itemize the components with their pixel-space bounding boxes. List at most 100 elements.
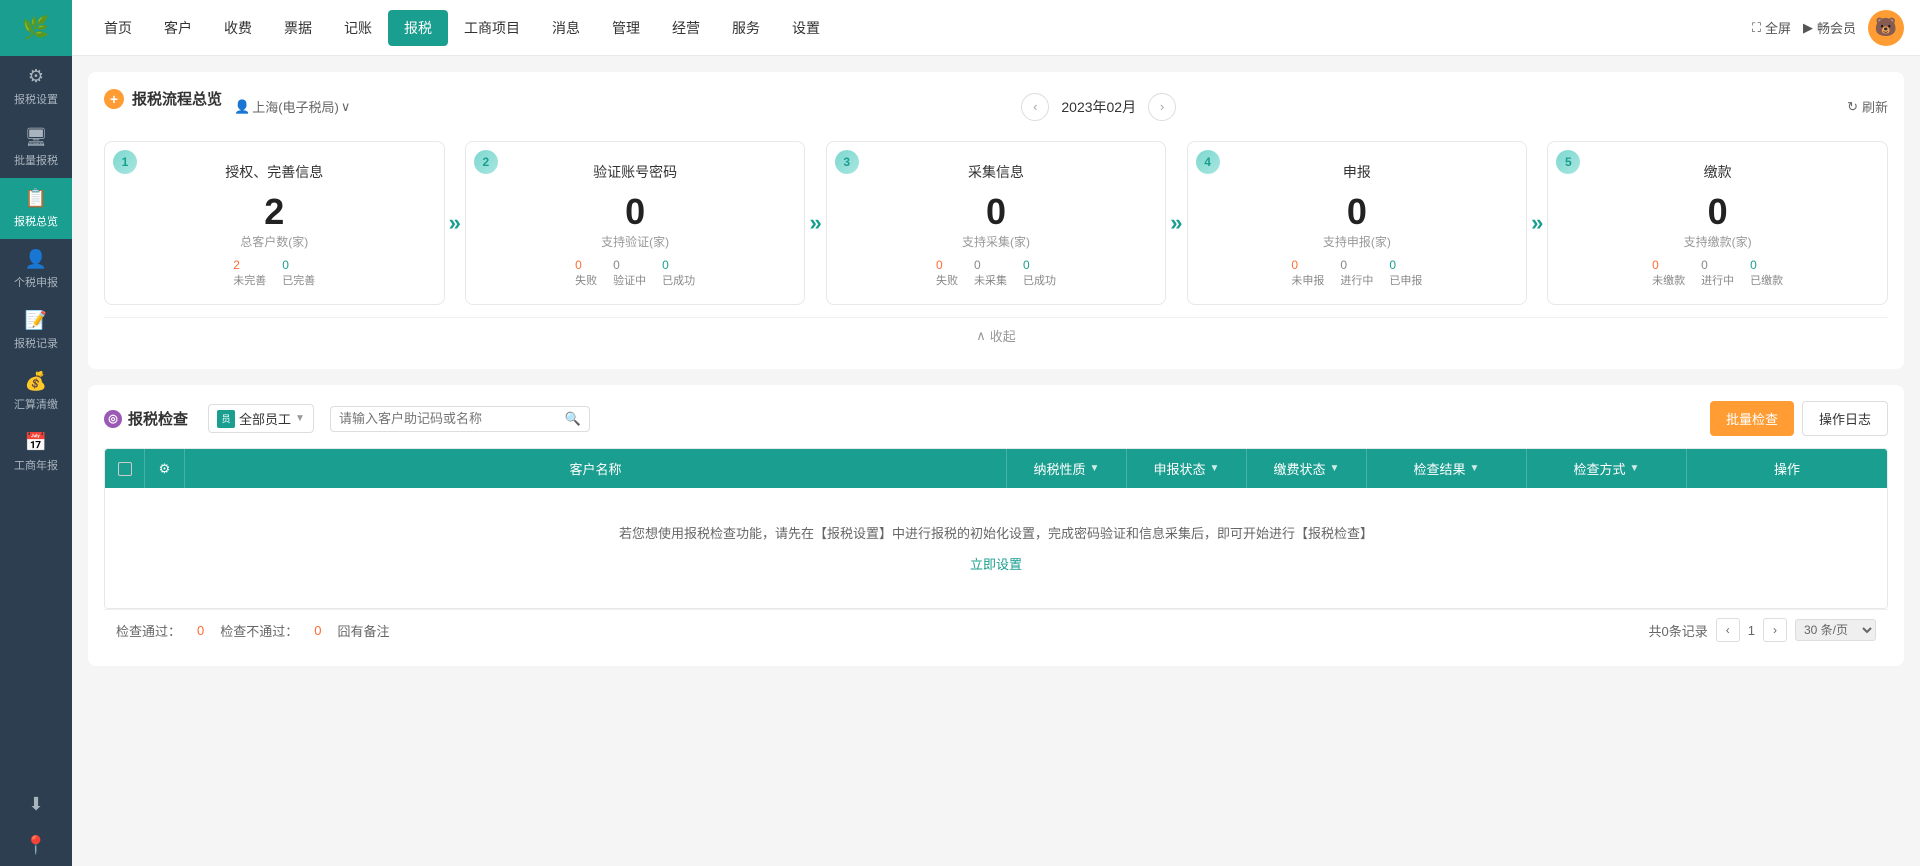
flow-step-5: 5 缴款 0 支持缴款(家) 0 未缴款 0 进行中 (1547, 141, 1888, 305)
flow-overview-card: + 报税流程总览 👤 上海(电子税局) ∨ ‹ 2023年02月 › ↻ 刷新 (88, 72, 1904, 369)
filter-icon-tax-type[interactable]: ▼ (1090, 463, 1100, 474)
filter-icon-result[interactable]: ▼ (1470, 463, 1480, 474)
sidebar-item-annual-report[interactable]: 📅 工商年报 (0, 422, 72, 483)
instant-setup-link[interactable]: 立即设置 (970, 554, 1022, 573)
refresh-icon: ↻ (1847, 99, 1858, 115)
nav-operations[interactable]: 经营 (656, 0, 716, 56)
filter-icon-method[interactable]: ▼ (1630, 463, 1640, 474)
pass-label: 检查通过： (116, 621, 181, 640)
step-stats-2: 0 失败 0 验证中 0 已成功 (482, 258, 789, 288)
nav-home[interactable]: 首页 (88, 0, 148, 56)
fail-count[interactable]: 0 (314, 623, 321, 638)
batch-check-btn[interactable]: 批量检查 (1710, 401, 1794, 436)
nav-settings[interactable]: 设置 (776, 0, 836, 56)
step-count-1: 2 (121, 190, 428, 233)
page-size-select[interactable]: 30 条/页 50 条/页 100 条/页 (1795, 619, 1876, 641)
step-num-3: 3 (835, 150, 859, 174)
annual-report-icon: 📅 (25, 432, 47, 453)
search-input[interactable] (339, 411, 565, 426)
stat-pending-4: 0 进行中 (1340, 258, 1373, 288)
filter-icon-declare[interactable]: ▼ (1210, 463, 1220, 474)
sidebar-item-location[interactable]: 📍 (21, 825, 51, 866)
refresh-btn[interactable]: ↻ 刷新 (1847, 97, 1888, 116)
check-header: ◎ 报税检查 员 全部员工 ▼ 🔍 批量检查 操作日志 (104, 401, 1888, 436)
header-checkbox[interactable] (118, 462, 132, 476)
annual-settlement-icon: 💰 (25, 371, 47, 392)
gear-icon[interactable]: ⚙ (159, 461, 171, 477)
arrow-2-3: » (805, 141, 825, 305)
pass-count[interactable]: 0 (197, 623, 204, 638)
user-avatar[interactable]: 🐻 (1868, 10, 1904, 46)
th-declare-status: 申报状态 ▼ (1127, 449, 1247, 488)
sidebar-item-annual-settlement[interactable]: 💰 汇算清缴 (0, 361, 72, 422)
stat-pending-3: 0 未采集 (974, 258, 1007, 288)
sidebar-item-download[interactable]: ⬇ (21, 784, 51, 825)
stat-fail-5: 0 未缴款 (1652, 258, 1685, 288)
step-stats-1: 2 未完善 0 已完善 (121, 258, 428, 288)
download-icon: ⬇ (28, 794, 43, 815)
stat-fail-1: 2 未完善 (233, 258, 266, 288)
sidebar-item-personal-tax[interactable]: 👤 个税申报 (0, 239, 72, 300)
collapse-btn[interactable]: ∧ 收起 (104, 317, 1888, 353)
sidebar-item-label: 报税设置 (14, 91, 58, 107)
nav-management[interactable]: 管理 (596, 0, 656, 56)
table-header: ⚙ 客户名称 纳税性质 ▼ 申报状态 ▼ 缴费状态 ▼ (105, 449, 1887, 488)
sidebar-item-batch-tax[interactable]: 🖥 批量报税 (0, 117, 72, 178)
sidebar-item-tax-overview[interactable]: 📋 报税总览 (0, 178, 72, 239)
tax-overview-icon: 📋 (25, 188, 47, 209)
sidebar-item-label: 个税申报 (14, 274, 58, 290)
step-count-2: 0 (482, 190, 789, 233)
next-month-btn[interactable]: › (1148, 93, 1176, 121)
nav-bills[interactable]: 票据 (268, 0, 328, 56)
nav-tax[interactable]: 报税 (388, 10, 448, 46)
total-count: 共0条记录 (1649, 621, 1708, 640)
filter-icon-pay[interactable]: ▼ (1330, 463, 1340, 474)
employee-select[interactable]: 员 全部员工 ▼ (208, 404, 314, 433)
table-footer: 检查通过： 0 检查不通过： 0 囧有备注 共0条记录 ‹ 1 › 30 条/页… (104, 609, 1888, 650)
topbar-right: ⛶ 全屏 ▶ 畅会员 🐻 (1752, 10, 1904, 46)
search-box: 🔍 (330, 406, 590, 432)
nav-services[interactable]: 服务 (716, 0, 776, 56)
nav-accounting[interactable]: 记账 (328, 0, 388, 56)
location-tag[interactable]: 👤 上海(电子税局) ∨ (234, 97, 350, 116)
next-page-btn[interactable]: › (1763, 618, 1787, 642)
th-pay-status: 缴费状态 ▼ (1247, 449, 1367, 488)
check-title: ◎ 报税检查 (104, 408, 188, 429)
stat-success-2: 0 已成功 (662, 258, 695, 288)
stat-fail-3: 0 失败 (936, 258, 958, 288)
nav-clients[interactable]: 客户 (148, 0, 208, 56)
th-check-result: 检查结果 ▼ (1367, 449, 1527, 488)
stat-fail-2: 0 失败 (575, 258, 597, 288)
th-operations: 操作 (1687, 449, 1887, 488)
sidebar-item-label: 汇算清缴 (14, 396, 58, 412)
step-stats-5: 0 未缴款 0 进行中 0 已缴款 (1564, 258, 1871, 288)
arrow-3-4: » (1166, 141, 1186, 305)
logo-icon: 🌿 (22, 15, 49, 41)
th-client-name: 客户名称 (185, 449, 1007, 488)
step-stats-4: 0 未申报 0 进行中 0 已申报 (1204, 258, 1511, 288)
plus-icon: + (104, 89, 124, 109)
sidebar-item-tax-settings[interactable]: ⚙ 报税设置 (0, 56, 72, 117)
nav-business[interactable]: 工商项目 (448, 0, 536, 56)
current-month: 2023年02月 (1061, 97, 1136, 117)
flow-steps: 1 授权、完善信息 2 总客户数(家) 2 未完善 0 已完善 (104, 141, 1888, 305)
step-count-3: 0 (843, 190, 1150, 233)
member-icon: ▶ (1803, 20, 1813, 36)
tax-settings-icon: ⚙ (28, 66, 44, 87)
prev-month-btn[interactable]: ‹ (1021, 93, 1049, 121)
fail-label: 检查不通过： (220, 621, 298, 640)
member-btn[interactable]: ▶ 畅会员 (1803, 18, 1856, 37)
stat-success-4: 0 已申报 (1389, 258, 1422, 288)
nav-messages[interactable]: 消息 (536, 0, 596, 56)
search-icon[interactable]: 🔍 (565, 411, 581, 427)
step-count-4: 0 (1204, 190, 1511, 233)
log-btn[interactable]: 操作日志 (1802, 401, 1888, 436)
fullscreen-btn[interactable]: ⛶ 全屏 (1752, 18, 1791, 37)
stat-success-3: 0 已成功 (1023, 258, 1056, 288)
month-nav: ‹ 2023年02月 › (1021, 93, 1176, 121)
app-logo: 🌿 (0, 0, 72, 56)
sidebar-item-tax-records[interactable]: 📝 报税记录 (0, 300, 72, 361)
prev-page-btn[interactable]: ‹ (1716, 618, 1740, 642)
step-num-4: 4 (1196, 150, 1220, 174)
nav-fees[interactable]: 收费 (208, 0, 268, 56)
